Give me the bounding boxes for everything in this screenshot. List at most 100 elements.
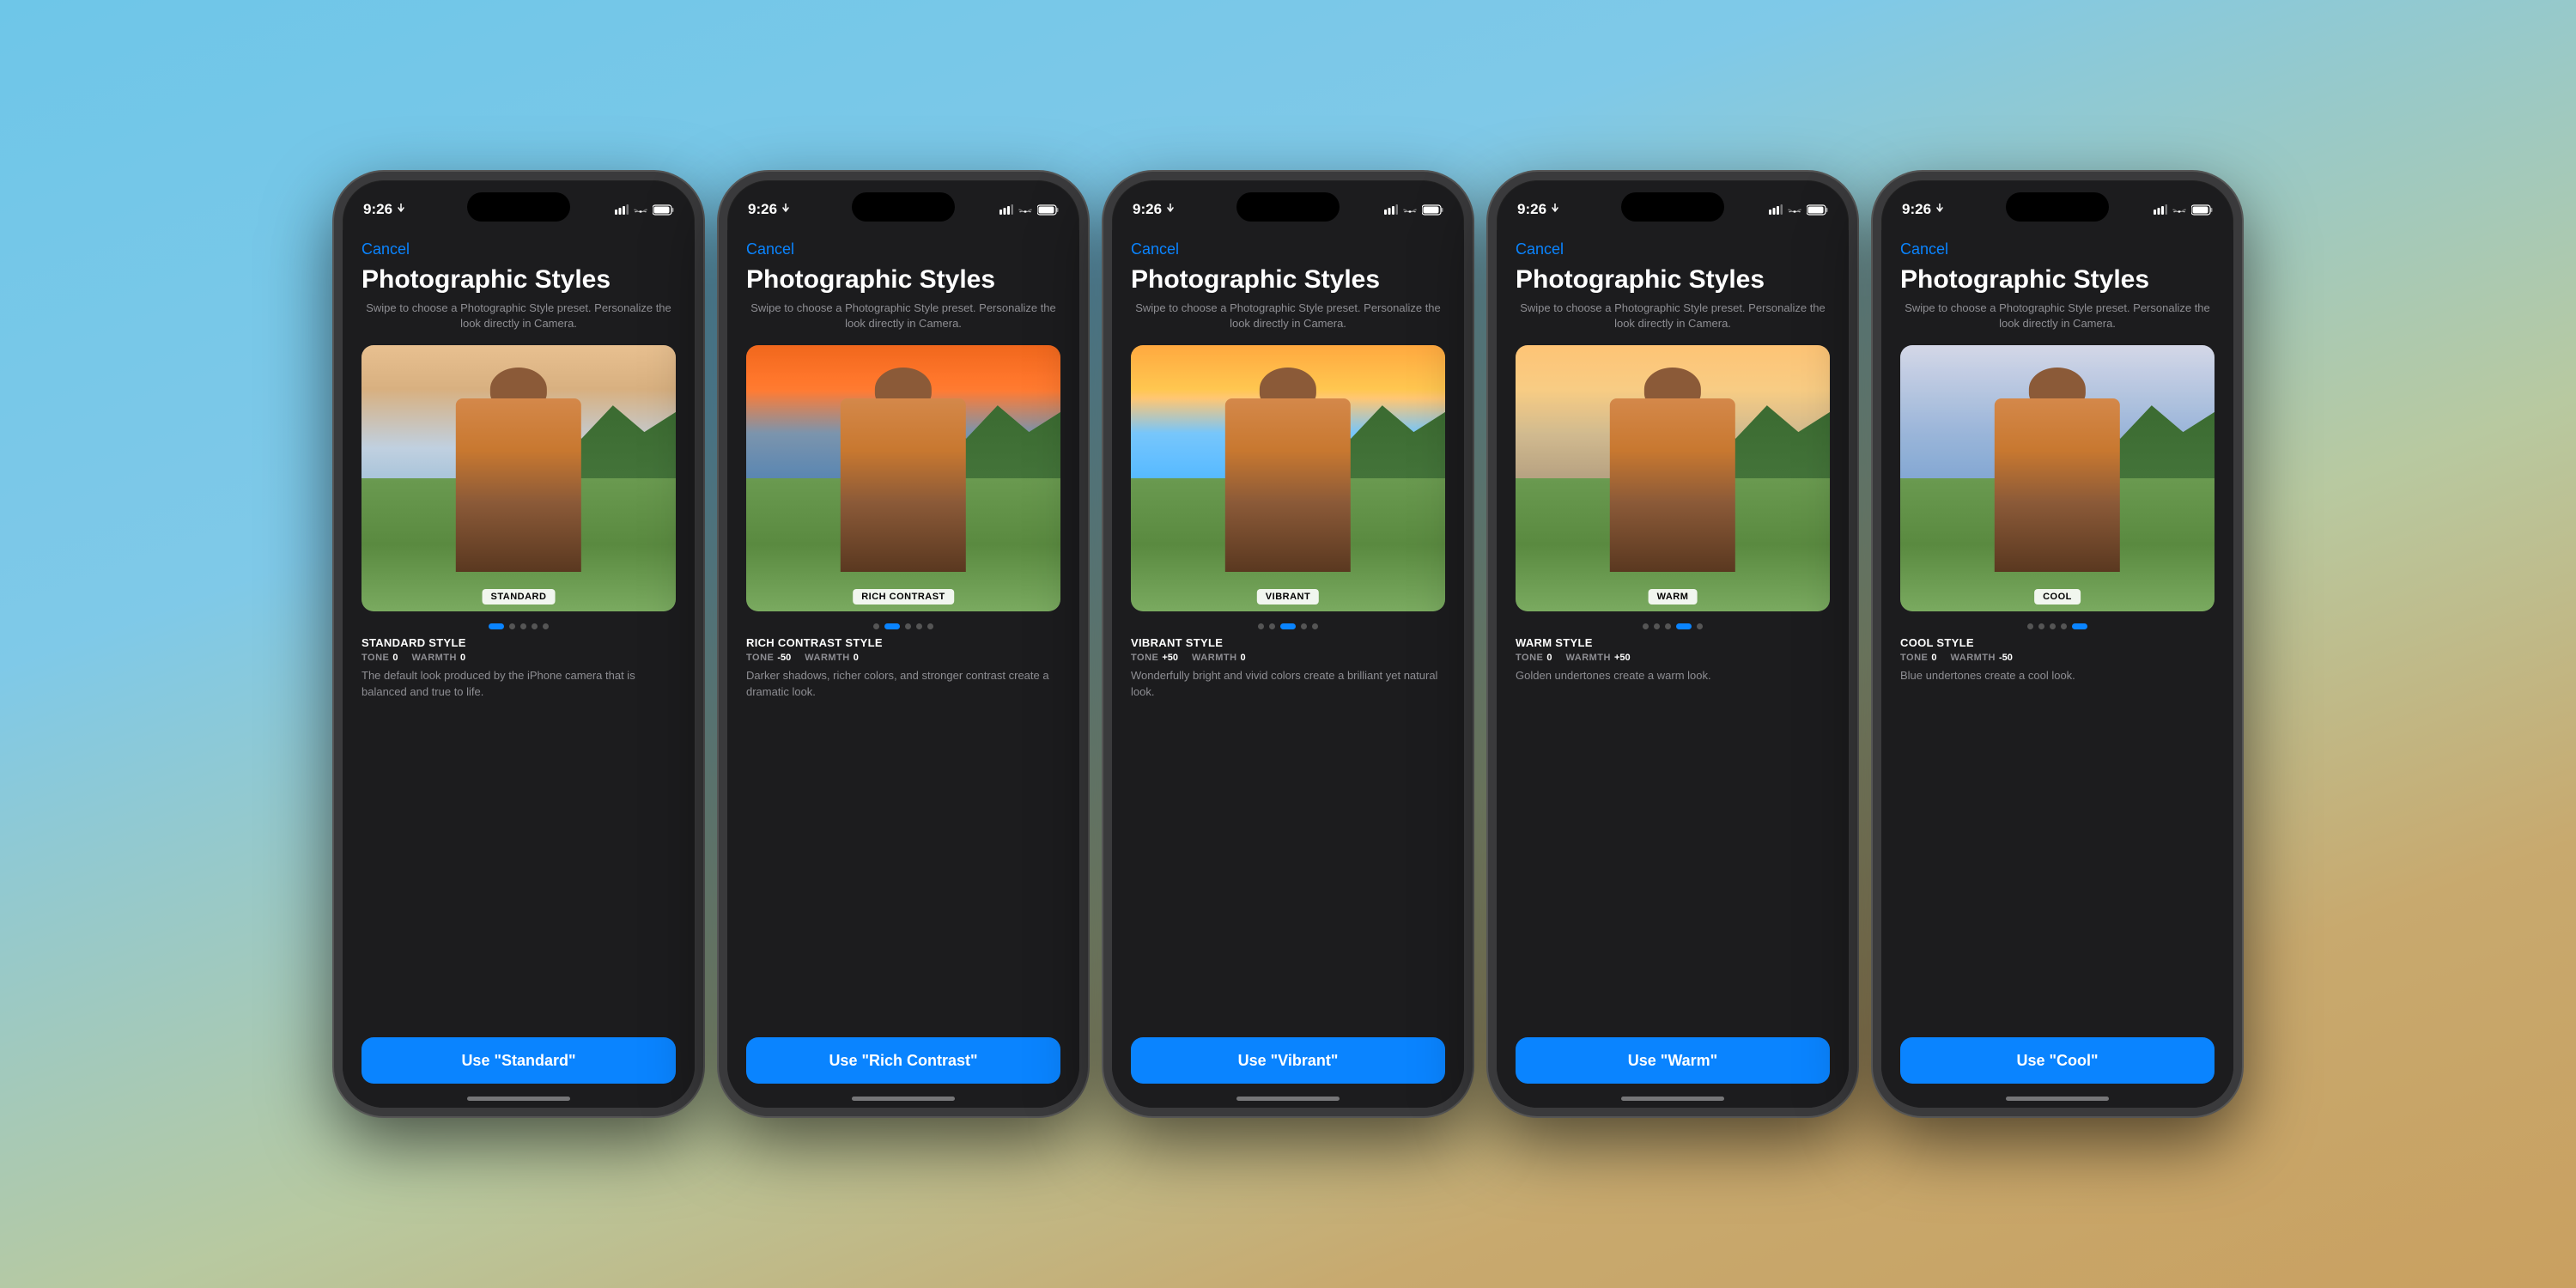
carousel-dot-3 [916,623,922,629]
photo-figure [841,398,966,572]
page-subtitle: Swipe to choose a Photographic Style pre… [1131,301,1445,331]
tone-item: TONE 0 [1516,653,1552,663]
dynamic-island [852,192,955,222]
tone-label: TONE [1516,653,1543,663]
tone-row: TONE 0 WARMTH -50 [1900,653,2215,663]
carousel-dots [361,623,676,629]
style-description: Golden undertones create a warm look. [1516,668,1830,683]
warmth-item: WARMTH 0 [805,653,859,663]
use-style-button[interactable]: Use "Rich Contrast" [746,1037,1060,1084]
home-indicator [1621,1097,1724,1101]
home-indicator [852,1097,955,1101]
carousel-dot-2 [1665,623,1671,629]
carousel-dots [1516,623,1830,629]
tone-item: TONE +50 [1131,653,1178,663]
home-indicator [467,1097,570,1101]
style-info: RICH CONTRAST STYLE TONE -50 WARMTH 0 Da… [746,636,1060,1029]
photo-container: VIBRANT [1131,345,1445,611]
carousel-dot-2 [1280,623,1296,629]
cancel-button[interactable]: Cancel [361,240,676,258]
figure-body [1610,398,1735,572]
carousel-dot-1 [1654,623,1660,629]
carousel-dot-0 [1643,623,1649,629]
photo-scene: VIBRANT [1131,345,1445,611]
warmth-label: WARMTH [805,653,850,663]
warmth-item: WARMTH -50 [1950,653,2012,663]
phone-device-standard: 9:26 Cancel Photographic Styles Swipe to… [334,172,703,1116]
style-label: RICH CONTRAST [853,589,954,605]
style-label: STANDARD [483,589,556,605]
style-description: Wonderfully bright and vivid colors crea… [1131,668,1445,699]
warmth-value: +50 [1614,653,1631,663]
use-style-button[interactable]: Use "Cool" [1900,1037,2215,1084]
tone-label: TONE [746,653,774,663]
carousel-dot-0 [2027,623,2033,629]
style-name: RICH CONTRAST STYLE [746,636,1060,649]
page-subtitle: Swipe to choose a Photographic Style pre… [746,301,1060,331]
phone-vibrant: 9:26 Cancel Photographic Styles Swipe to… [1103,172,1473,1116]
tone-label: TONE [361,653,389,663]
carousel-dot-3 [1301,623,1307,629]
tone-item: TONE 0 [361,653,398,663]
figure-body [456,398,581,572]
use-style-button[interactable]: Use "Vibrant" [1131,1037,1445,1084]
tone-label: TONE [1131,653,1158,663]
carousel-dot-1 [884,623,900,629]
style-info: COOL STYLE TONE 0 WARMTH -50 Blue undert… [1900,636,2215,1029]
photo-figure [1225,398,1351,572]
status-time: 9:26 [363,201,405,218]
carousel-dot-3 [532,623,538,629]
carousel-dot-4 [1697,623,1703,629]
carousel-dots [746,623,1060,629]
phone-cool: 9:26 Cancel Photographic Styles Swipe to… [1873,172,2242,1116]
carousel-dot-1 [2038,623,2044,629]
style-label: WARM [1649,589,1698,605]
carousel-dot-2 [2050,623,2056,629]
dynamic-island [1621,192,1724,222]
screen-content: Cancel Photographic Styles Swipe to choo… [1881,230,2233,1108]
photo-scene: WARM [1516,345,1830,611]
phone-device-rich-contrast: 9:26 Cancel Photographic Styles Swipe to… [719,172,1088,1116]
style-name: WARM STYLE [1516,636,1830,649]
style-name: COOL STYLE [1900,636,2215,649]
cancel-button[interactable]: Cancel [746,240,1060,258]
style-name: VIBRANT STYLE [1131,636,1445,649]
page-title: Photographic Styles [1131,265,1445,294]
phone-device-cool: 9:26 Cancel Photographic Styles Swipe to… [1873,172,2242,1116]
photo-scene: COOL [1900,345,2215,611]
tone-value: 0 [1931,653,1936,663]
warmth-label: WARMTH [1950,653,1996,663]
carousel-dot-2 [520,623,526,629]
style-label: VIBRANT [1257,589,1319,605]
page-subtitle: Swipe to choose a Photographic Style pre… [1900,301,2215,331]
warmth-item: WARMTH +50 [1565,653,1630,663]
warmth-label: WARMTH [1565,653,1611,663]
page-title: Photographic Styles [1900,265,2215,294]
cancel-button[interactable]: Cancel [1516,240,1830,258]
carousel-dot-4 [1312,623,1318,629]
use-style-button[interactable]: Use "Warm" [1516,1037,1830,1084]
carousel-dot-4 [2072,623,2087,629]
style-description: Blue undertones create a cool look. [1900,668,2215,683]
style-description: The default look produced by the iPhone … [361,668,676,699]
page-subtitle: Swipe to choose a Photographic Style pre… [361,301,676,331]
carousel-dot-0 [873,623,879,629]
dynamic-island [1236,192,1340,222]
use-style-button[interactable]: Use "Standard" [361,1037,676,1084]
page-title: Photographic Styles [746,265,1060,294]
photo-container: RICH CONTRAST [746,345,1060,611]
cancel-button[interactable]: Cancel [1131,240,1445,258]
home-indicator [2006,1097,2109,1101]
style-info: VIBRANT STYLE TONE +50 WARMTH 0 Wonderfu… [1131,636,1445,1029]
carousel-dot-2 [905,623,911,629]
photo-scene: STANDARD [361,345,676,611]
screen-content: Cancel Photographic Styles Swipe to choo… [1112,230,1464,1108]
status-icons [999,204,1059,216]
tone-label: TONE [1900,653,1928,663]
phone-rich-contrast: 9:26 Cancel Photographic Styles Swipe to… [719,172,1088,1116]
status-time: 9:26 [1517,201,1559,218]
cancel-button[interactable]: Cancel [1900,240,2215,258]
status-time: 9:26 [1902,201,1944,218]
carousel-dot-1 [509,623,515,629]
screen-content: Cancel Photographic Styles Swipe to choo… [1497,230,1849,1108]
